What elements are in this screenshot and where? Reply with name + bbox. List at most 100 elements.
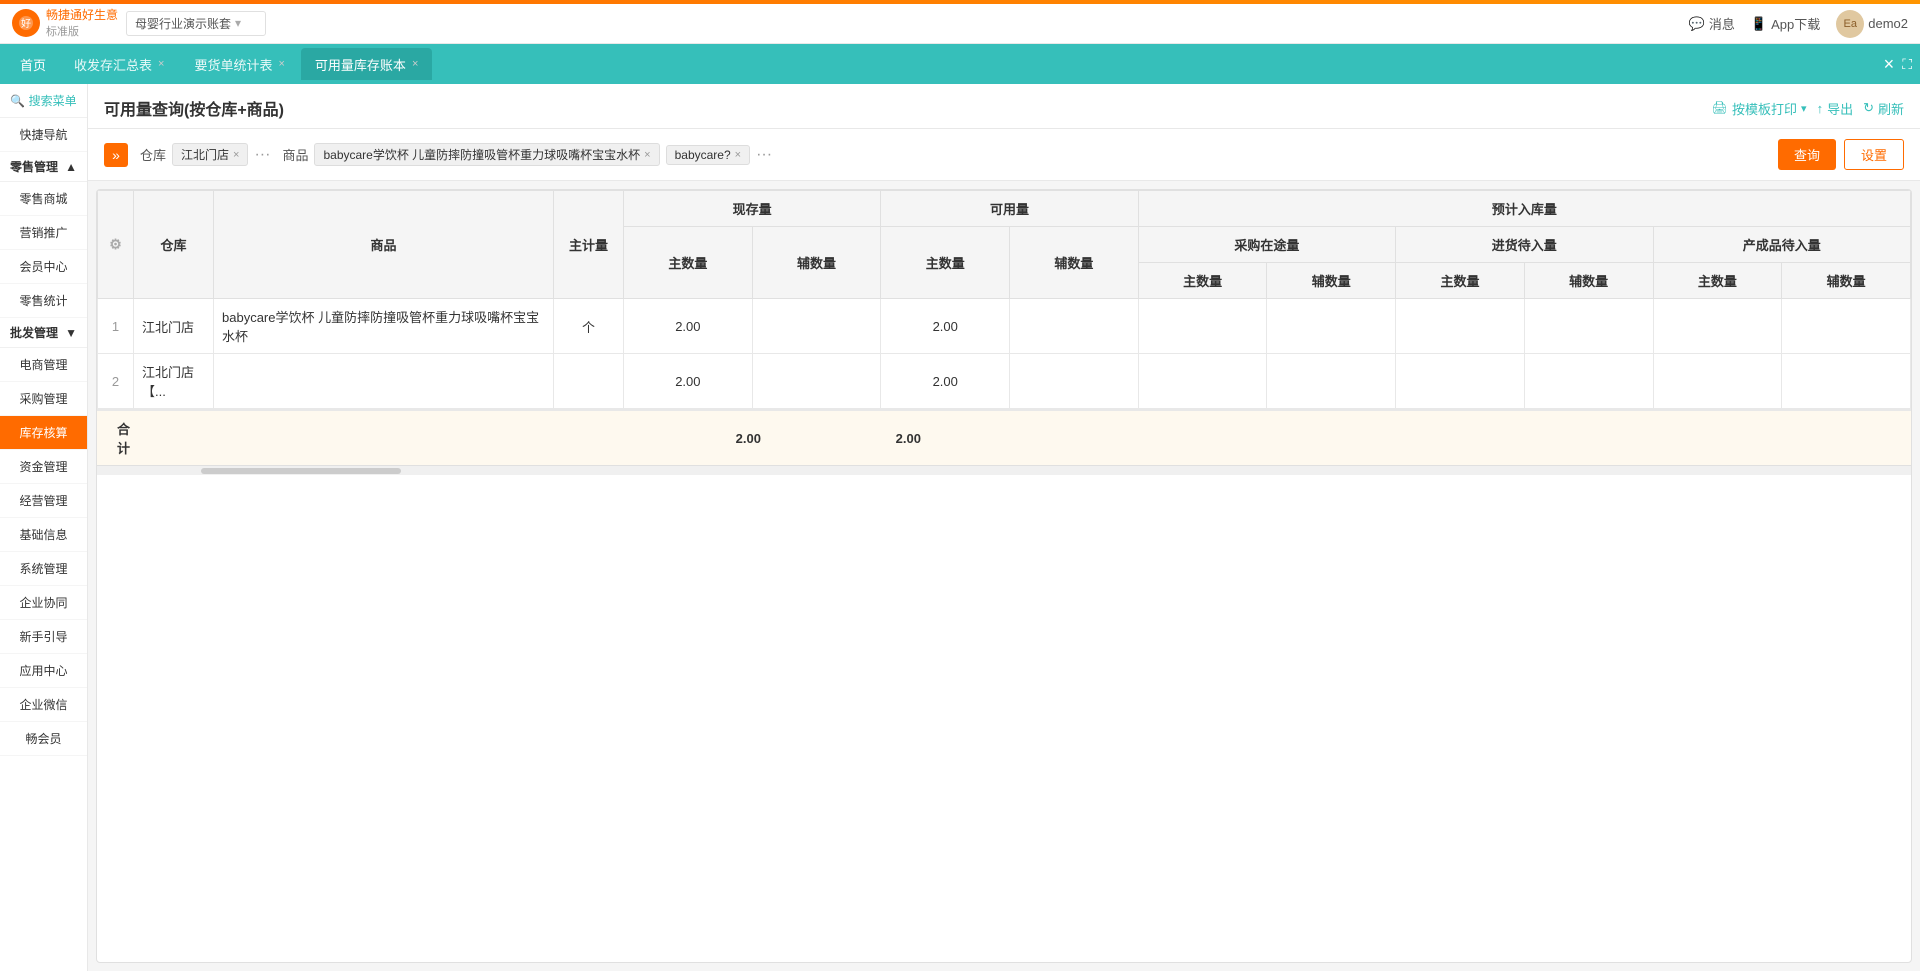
app-download-label: App下载: [1771, 14, 1820, 33]
warehouse-clear-btn[interactable]: ×: [233, 149, 239, 161]
industry-label: 母婴行业演示账套: [135, 15, 231, 32]
filter-actions: 查询 设置: [1778, 139, 1904, 170]
username-label: demo2: [1868, 16, 1908, 31]
sidebar: 🔍 搜索菜单 快捷导航 零售管理 ▲ 零售商城 营销推广 会员中心 零售统计 批…: [0, 84, 88, 971]
sidebar-search[interactable]: 🔍 搜索菜单: [0, 84, 87, 118]
print-btn[interactable]: 🖨 按模板打印 ▾: [1712, 99, 1807, 118]
row-product-aux: [1782, 354, 1911, 409]
warehouse-more-btn[interactable]: ···: [254, 146, 270, 164]
tab-order-stats-close[interactable]: ×: [278, 58, 284, 70]
tab-available-stock-close[interactable]: ×: [412, 58, 418, 70]
refresh-btn[interactable]: ↻ 刷新: [1863, 99, 1904, 118]
tab-receive-summary-label: 收发存汇总表: [74, 55, 152, 74]
col-purchase-main-header: 主数量: [1138, 263, 1267, 299]
tab-order-stats[interactable]: 要货单统计表 ×: [180, 48, 298, 80]
nav-tabs: 首页 收发存汇总表 × 要货单统计表 × 可用量库存账本 × × ⛶: [0, 44, 1920, 84]
col-settings-header[interactable]: ⚙: [98, 191, 134, 299]
sidebar-item-member[interactable]: 会员中心: [0, 250, 87, 284]
filter-bar: » 仓库 江北门店 × ··· 商品 babycare学饮杯 儿童防摔防撞吸管杯…: [88, 129, 1920, 181]
print-label: 按模板打印: [1732, 99, 1797, 118]
query-btn[interactable]: 查询: [1778, 139, 1836, 170]
sidebar-quick-nav[interactable]: 快捷导航: [0, 118, 87, 152]
page-header: 可用量查询(按仓库+商品) 🖨 按模板打印 ▾ ↑ 导出 ↻ 刷新: [88, 84, 1920, 129]
tab-home[interactable]: 首页: [8, 48, 58, 80]
col-avail-main-header: 主数量: [881, 227, 1010, 299]
row-purchase-main: [1138, 354, 1267, 409]
sidebar-item-purchase-mgmt[interactable]: 采购管理: [0, 382, 87, 416]
sidebar-item-operations[interactable]: 经营管理: [0, 484, 87, 518]
tab-available-stock[interactable]: 可用量库存账本 ×: [301, 48, 432, 80]
col-product-header: 商品: [214, 191, 554, 299]
row-avail-aux: [1010, 354, 1139, 409]
row-product: [214, 354, 554, 409]
row-avail-main: 2.00: [881, 354, 1010, 409]
col-stock-main-header: 主数量: [624, 227, 753, 299]
col-goods-aux-header: 辅数量: [1524, 263, 1653, 299]
logo-icon: 好: [12, 9, 40, 37]
row-product-aux: [1782, 299, 1911, 354]
chevron-down-icon: ▾: [235, 16, 241, 30]
product-tag2-clear-btn[interactable]: ×: [735, 149, 741, 161]
close-window-btn[interactable]: ×: [1884, 54, 1895, 75]
sidebar-item-new-guide[interactable]: 新手引导: [0, 620, 87, 654]
user-btn[interactable]: Ea demo2: [1836, 10, 1908, 38]
export-btn[interactable]: ↑ 导出: [1817, 99, 1854, 118]
sidebar-item-finance[interactable]: 资金管理: [0, 450, 87, 484]
row-unit: 个: [554, 299, 624, 354]
col-avail-aux-header: 辅数量: [1010, 227, 1139, 299]
expand-window-btn[interactable]: ⛶: [1902, 56, 1912, 73]
page-header-actions: 🖨 按模板打印 ▾ ↑ 导出 ↻ 刷新: [1712, 99, 1905, 118]
sidebar-item-inventory-check[interactable]: 库存核算: [0, 416, 87, 450]
app-download-btn[interactable]: 📱 App下载: [1751, 14, 1820, 33]
sidebar-item-basic-info[interactable]: 基础信息: [0, 518, 87, 552]
row-goods-aux: [1524, 354, 1653, 409]
scroll-bar[interactable]: [97, 465, 1911, 475]
industry-selector[interactable]: 母婴行业演示账套 ▾: [126, 11, 266, 36]
scroll-thumb[interactable]: [201, 468, 401, 474]
refresh-icon: ↻: [1863, 100, 1874, 116]
col-purchase-transit-header: 采购在途量: [1138, 227, 1395, 263]
sidebar-item-retail-stats[interactable]: 零售统计: [0, 284, 87, 318]
footer-total-label: 合计: [113, 419, 142, 457]
filter-expand-btn[interactable]: »: [104, 143, 128, 167]
row-goods-main: [1396, 299, 1525, 354]
row-avail-aux: [1010, 299, 1139, 354]
sidebar-item-enterprise-collab[interactable]: 企业协同: [0, 586, 87, 620]
col-settings-icon[interactable]: ⚙: [109, 236, 122, 252]
tab-receive-summary[interactable]: 收发存汇总表 ×: [60, 48, 178, 80]
table-wrapper: ⚙ 仓库 商品 主计量 现存量: [96, 189, 1912, 963]
message-btn[interactable]: 💬 消息: [1689, 14, 1735, 33]
row-warehouse: 江北门店【...: [134, 354, 214, 409]
footer-stock-total: 2.00: [708, 431, 788, 446]
row-stock-main: 2.00: [624, 299, 753, 354]
sidebar-item-ecommerce[interactable]: 电商管理: [0, 348, 87, 382]
settings-btn[interactable]: 设置: [1844, 139, 1904, 170]
chevron-down-icon: ▼: [65, 326, 77, 340]
quick-nav-label: 快捷导航: [19, 128, 67, 142]
top-bar: 好 畅捷通好生意 标准版 母婴行业演示账套 ▾ 💬 消息 📱 App下载 Ea …: [0, 4, 1920, 44]
download-icon: 📱: [1751, 16, 1767, 32]
tab-receive-summary-close[interactable]: ×: [158, 58, 164, 70]
warehouse-filter-label: 仓库: [140, 145, 166, 164]
sidebar-item-marketing[interactable]: 营销推广: [0, 216, 87, 250]
row-stock-aux: [752, 354, 881, 409]
logo-area: 好 畅捷通好生意 标准版: [12, 8, 118, 38]
col-productpending-aux-header: 辅数量: [1782, 263, 1911, 299]
sidebar-item-retail-mgmt[interactable]: 零售管理 ▲: [0, 152, 87, 182]
col-purchase-aux-header: 辅数量: [1267, 263, 1396, 299]
sidebar-item-vip-member[interactable]: 畅会员: [0, 722, 87, 756]
sidebar-item-wholesale-mgmt[interactable]: 批发管理 ▼: [0, 318, 87, 348]
product-filter-tag2: babycare? ×: [666, 145, 750, 165]
row-stock-main: 2.00: [624, 354, 753, 409]
sidebar-item-system-mgmt[interactable]: 系统管理: [0, 552, 87, 586]
sidebar-item-retail-mall[interactable]: 零售商城: [0, 182, 87, 216]
sidebar-item-app-center[interactable]: 应用中心: [0, 654, 87, 688]
row-avail-main: 2.00: [881, 299, 1010, 354]
message-icon: 💬: [1689, 16, 1705, 32]
product-more-btn[interactable]: ···: [756, 146, 772, 164]
col-goods-main-header: 主数量: [1396, 263, 1525, 299]
product-tag1-clear-btn[interactable]: ×: [644, 149, 650, 161]
product-filter-group: 商品 babycare学饮杯 儿童防摔防撞吸管杯重力球吸嘴杯宝宝水杯 × bab…: [282, 143, 772, 166]
sidebar-item-enterprise-wechat[interactable]: 企业微信: [0, 688, 87, 722]
row-purchase-main: [1138, 299, 1267, 354]
